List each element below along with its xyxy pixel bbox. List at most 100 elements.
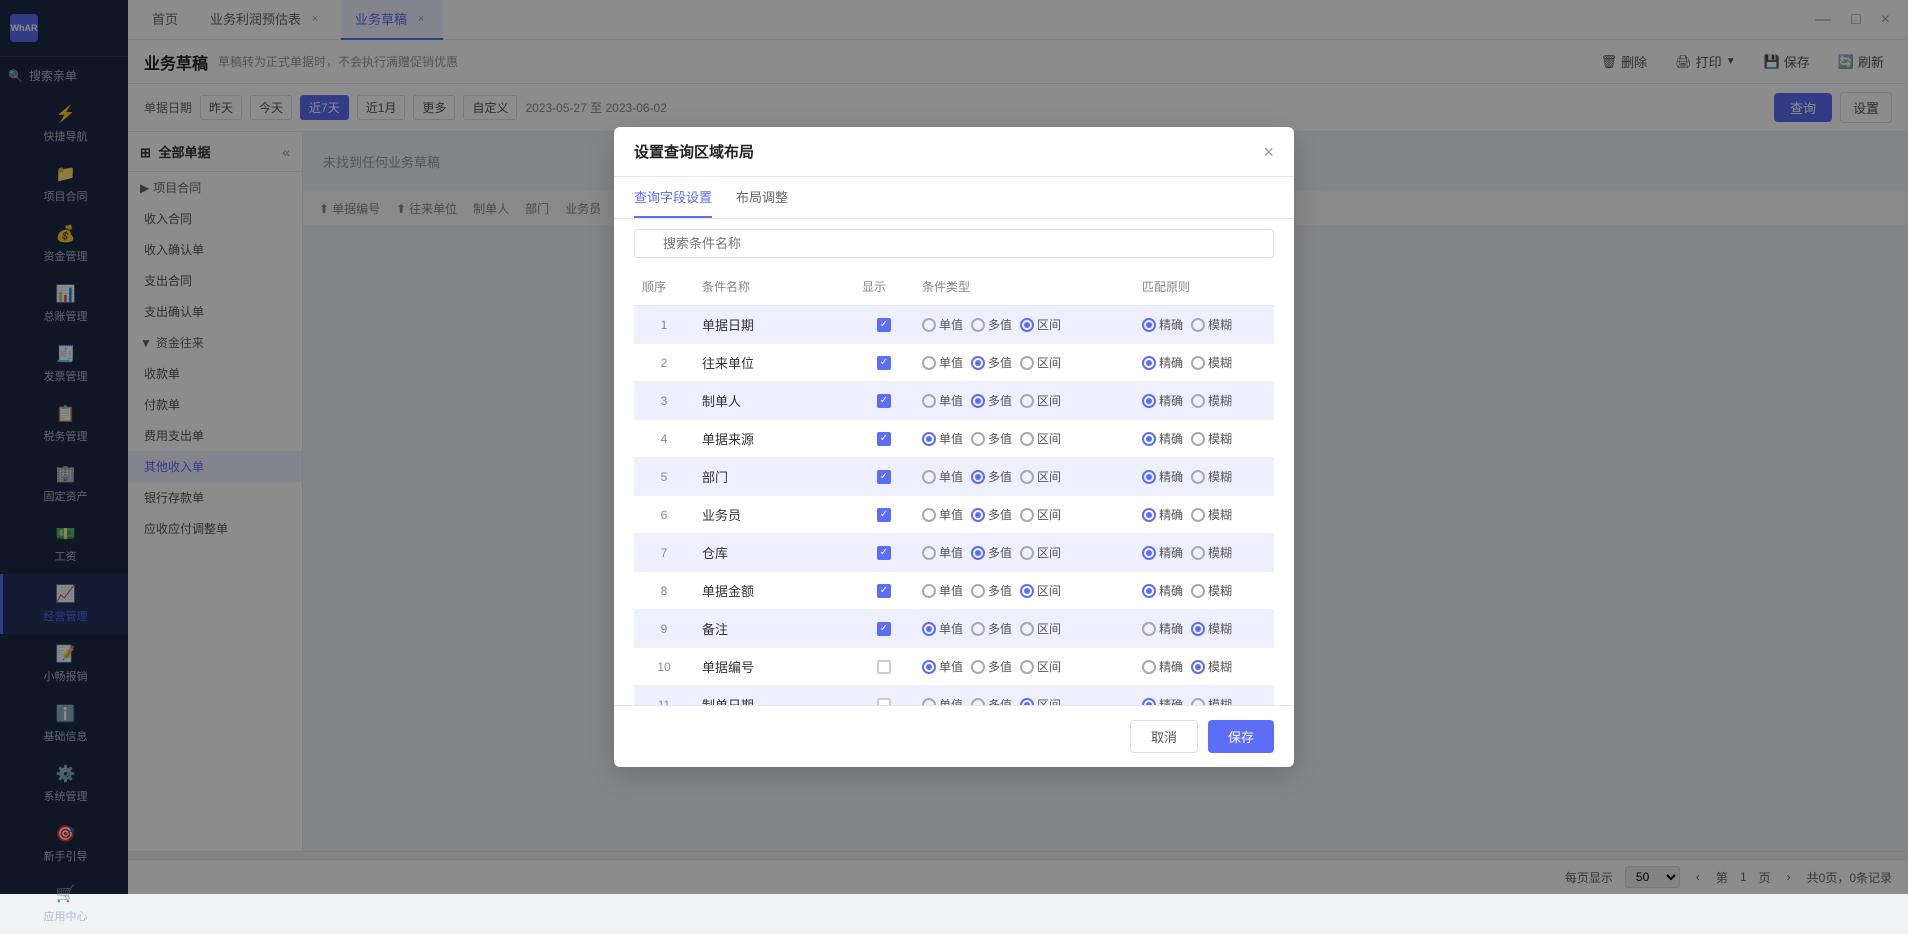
modal-tab-field-settings[interactable]: 查询字段设置 [634, 177, 712, 218]
radio-range[interactable]: 区间 [1020, 544, 1061, 561]
row-display[interactable] [854, 464, 914, 490]
display-checkbox[interactable] [877, 584, 891, 598]
radio-precise[interactable]: 精确 [1142, 392, 1183, 409]
radio-precise[interactable]: 精确 [1142, 316, 1183, 333]
match-radio-group: 精确 模糊 [1142, 354, 1232, 371]
radio-fuzzy[interactable]: 模糊 [1191, 506, 1232, 523]
row-display[interactable] [854, 350, 914, 376]
radio-range[interactable]: 区间 [1020, 316, 1061, 333]
radio-fuzzy[interactable]: 模糊 [1191, 658, 1232, 675]
display-checkbox[interactable] [877, 508, 891, 522]
radio-fuzzy[interactable]: 模糊 [1191, 392, 1232, 409]
row-display[interactable] [854, 578, 914, 604]
radio-single[interactable]: 单值 [922, 582, 963, 599]
radio-single[interactable]: 单值 [922, 354, 963, 371]
radio-precise[interactable]: 精确 [1142, 468, 1183, 485]
radio-single[interactable]: 单值 [922, 696, 963, 705]
display-checkbox[interactable] [877, 394, 891, 408]
radio-fuzzy[interactable]: 模糊 [1191, 354, 1232, 371]
cancel-button[interactable]: 取消 [1130, 720, 1198, 753]
radio-multi[interactable]: 多值 [971, 468, 1012, 485]
radio-single[interactable]: 单值 [922, 544, 963, 561]
row-condition-type: 单值 多值 区间 [914, 348, 1134, 377]
radio-single[interactable]: 单值 [922, 620, 963, 637]
radio-multi[interactable]: 多值 [971, 430, 1012, 447]
radio-fuzzy[interactable]: 模糊 [1191, 620, 1232, 637]
display-checkbox[interactable] [877, 698, 891, 706]
radio-multi[interactable]: 多值 [971, 582, 1012, 599]
radio-precise[interactable]: 精确 [1142, 430, 1183, 447]
row-condition-type: 单值 多值 区间 [914, 538, 1134, 567]
radio-multi[interactable]: 多值 [971, 354, 1012, 371]
radio-fuzzy[interactable]: 模糊 [1191, 430, 1232, 447]
radio-precise[interactable]: 精确 [1142, 582, 1183, 599]
row-display[interactable] [854, 616, 914, 642]
radio-circle [1191, 356, 1205, 370]
radio-single[interactable]: 单值 [922, 392, 963, 409]
radio-fuzzy[interactable]: 模糊 [1191, 544, 1232, 561]
radio-range[interactable]: 区间 [1020, 620, 1061, 637]
radio-range[interactable]: 区间 [1020, 468, 1061, 485]
radio-range[interactable]: 区间 [1020, 430, 1061, 447]
radio-range[interactable]: 区间 [1020, 354, 1061, 371]
modal-search-input[interactable] [634, 229, 1274, 258]
display-checkbox[interactable] [877, 470, 891, 484]
radio-multi[interactable]: 多值 [971, 506, 1012, 523]
radio-precise[interactable]: 精确 [1142, 506, 1183, 523]
row-display[interactable] [854, 388, 914, 414]
row-condition-type: 单值 多值 区间 [914, 690, 1134, 705]
modal-tab-layout-adjust[interactable]: 布局调整 [736, 177, 788, 218]
radio-precise[interactable]: 精确 [1142, 354, 1183, 371]
radio-multi[interactable]: 多值 [971, 316, 1012, 333]
radio-circle [1191, 470, 1205, 484]
radio-circle [1020, 470, 1034, 484]
radio-range[interactable]: 区间 [1020, 506, 1061, 523]
radio-fuzzy[interactable]: 模糊 [1191, 696, 1232, 705]
radio-single[interactable]: 单值 [922, 468, 963, 485]
radio-fuzzy[interactable]: 模糊 [1191, 468, 1232, 485]
radio-circle-checked [971, 356, 985, 370]
radio-range[interactable]: 区间 [1020, 392, 1061, 409]
radio-fuzzy[interactable]: 模糊 [1191, 582, 1232, 599]
row-display[interactable] [854, 540, 914, 566]
radio-precise[interactable]: 精确 [1142, 658, 1183, 675]
radio-multi[interactable]: 多值 [971, 620, 1012, 637]
radio-precise[interactable]: 精确 [1142, 544, 1183, 561]
radio-circle-checked [1142, 508, 1156, 522]
radio-fuzzy[interactable]: 模糊 [1191, 316, 1232, 333]
display-checkbox[interactable] [877, 660, 891, 674]
row-display[interactable] [854, 426, 914, 452]
th-display: 显示 [854, 274, 914, 299]
condition-radio-group: 单值 多值 区间 [922, 430, 1061, 447]
radio-circle [922, 394, 936, 408]
radio-multi[interactable]: 多值 [971, 392, 1012, 409]
radio-single[interactable]: 单值 [922, 506, 963, 523]
radio-single[interactable]: 单值 [922, 658, 963, 675]
row-order: 10 [634, 654, 694, 680]
display-checkbox[interactable] [877, 356, 891, 370]
radio-precise[interactable]: 精确 [1142, 696, 1183, 705]
display-checkbox[interactable] [877, 318, 891, 332]
radio-multi[interactable]: 多值 [971, 544, 1012, 561]
row-match-rule: 精确 模糊 [1134, 614, 1294, 643]
row-display[interactable] [854, 312, 914, 338]
radio-range[interactable]: 区间 [1020, 696, 1061, 705]
radio-multi[interactable]: 多值 [971, 658, 1012, 675]
radio-multi[interactable]: 多值 [971, 696, 1012, 705]
save-button[interactable]: 保存 [1208, 720, 1274, 753]
radio-precise[interactable]: 精确 [1142, 620, 1183, 637]
display-checkbox[interactable] [877, 546, 891, 560]
radio-range[interactable]: 区间 [1020, 658, 1061, 675]
row-display[interactable] [854, 502, 914, 528]
modal-close-button[interactable]: × [1263, 143, 1274, 161]
display-checkbox[interactable] [877, 622, 891, 636]
row-display[interactable] [854, 692, 914, 706]
radio-single[interactable]: 单值 [922, 316, 963, 333]
radio-single[interactable]: 单值 [922, 430, 963, 447]
display-checkbox[interactable] [877, 432, 891, 446]
table-row: 5 部门 单值 多值 [634, 458, 1274, 496]
radio-circle [1191, 546, 1205, 560]
radio-range[interactable]: 区间 [1020, 582, 1061, 599]
row-display[interactable] [854, 654, 914, 680]
row-order: 4 [634, 426, 694, 452]
